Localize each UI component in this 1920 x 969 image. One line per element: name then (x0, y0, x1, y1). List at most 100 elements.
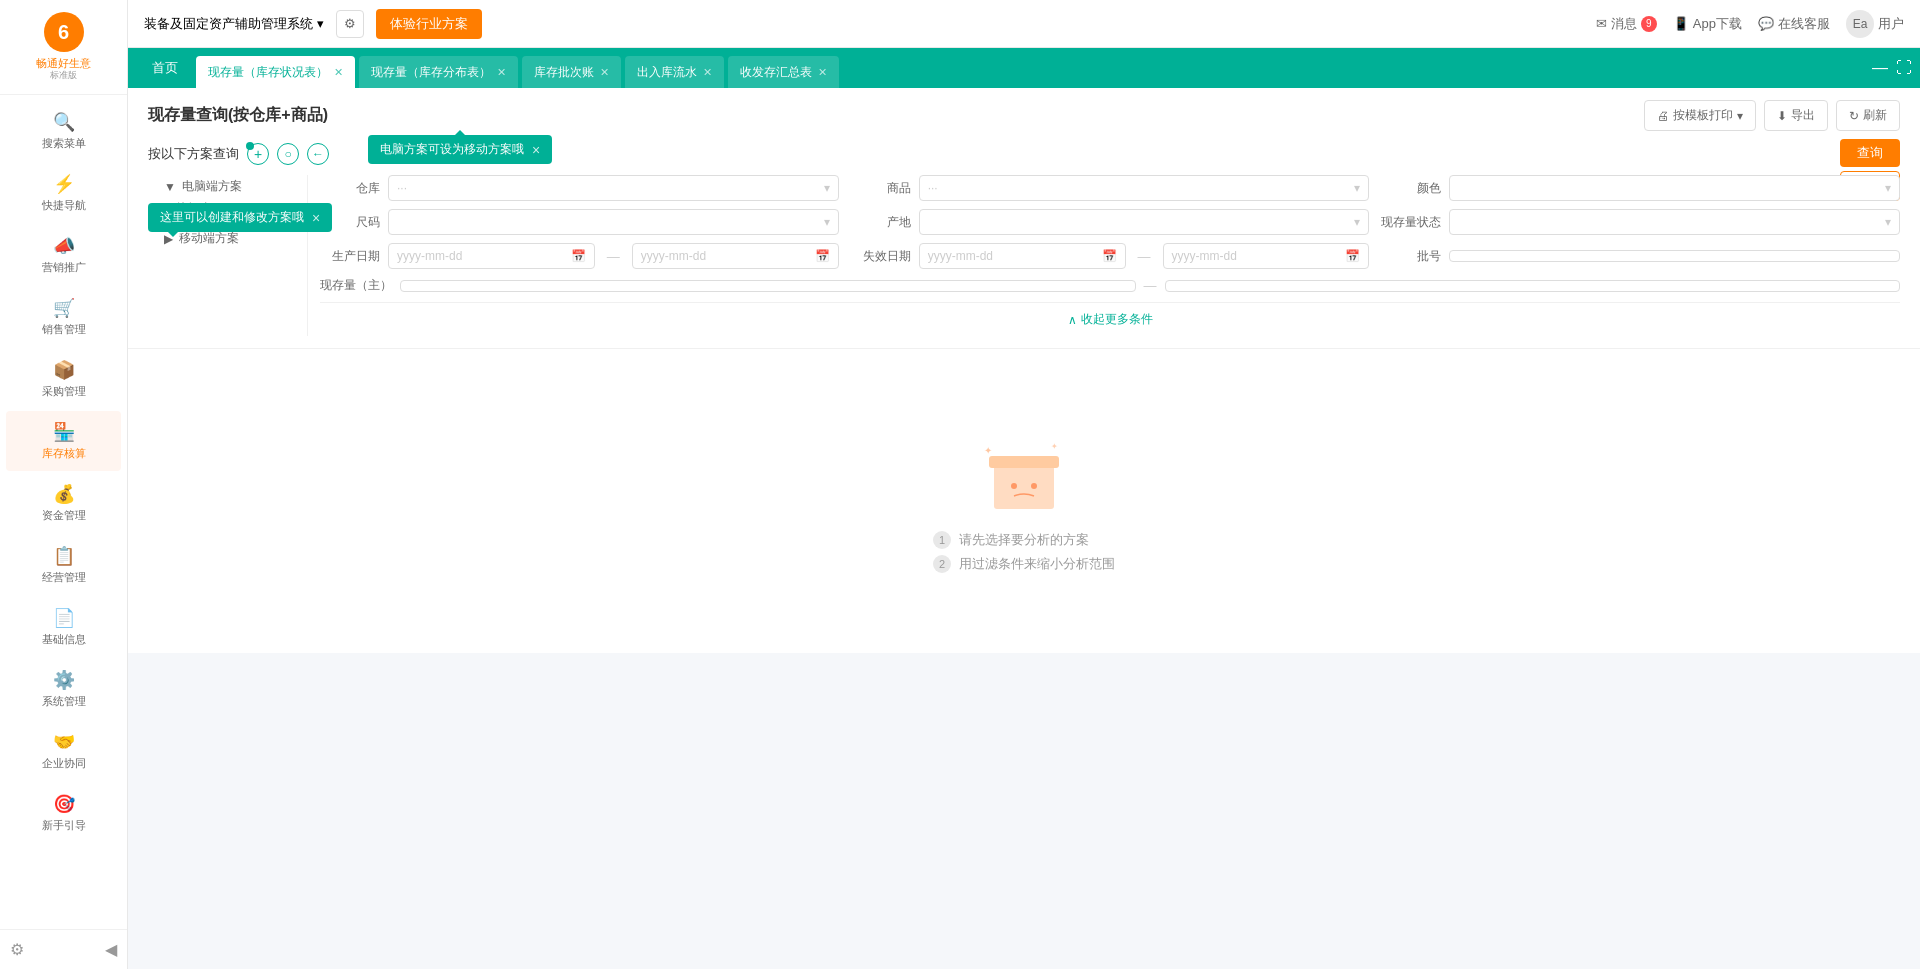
tab-fullscreen-icon[interactable]: ⛶ (1896, 59, 1912, 77)
sidebar-item-finance[interactable]: 💰 资金管理 (6, 473, 121, 533)
tab-home[interactable]: 首页 (136, 48, 194, 88)
sidebar-item-operations[interactable]: 📋 经营管理 (6, 535, 121, 595)
production-date-end[interactable]: yyyy-mm-dd 📅 (632, 243, 839, 269)
hint-num-2: 2 (933, 555, 951, 573)
hint-num-1: 1 (933, 531, 951, 549)
filter-section: 按以下方案查询 + ○ ← 电脑方案可设为移动方案哦 (128, 131, 1920, 349)
sidebar-item-inventory[interactable]: 🏪 库存核算 (6, 411, 121, 471)
collapse-up-icon: ∧ (1068, 313, 1077, 327)
tooltip1-close[interactable]: × (532, 142, 540, 158)
tab-close-inventory-dist[interactable]: ✕ (497, 66, 506, 79)
pc-plan-item[interactable]: ▼ 电脑端方案 (148, 175, 299, 198)
tab-inout-flow[interactable]: 出入库流水 ✕ (625, 56, 724, 88)
svg-text:✦: ✦ (984, 445, 992, 456)
color-select[interactable]: ▾ (1449, 175, 1900, 201)
stock-qty-label: 现存量（主） (320, 277, 392, 294)
top-bar: 装备及固定资产辅助管理系统 ▾ ⚙ 体验行业方案 ✉ 消息 9 📱 App下载 … (128, 0, 1920, 48)
online-service-button[interactable]: 💬 在线客服 (1758, 15, 1830, 33)
production-date-start[interactable]: yyyy-mm-dd 📅 (388, 243, 595, 269)
calendar-icon-prod-start[interactable]: 📅 (571, 249, 586, 263)
sidebar-bottom: ⚙ ◀ (0, 929, 127, 969)
filter-arrow-button[interactable]: ← (307, 143, 329, 165)
export-button[interactable]: ⬇ 导出 (1764, 100, 1828, 131)
filter-row-3: 生产日期 yyyy-mm-dd 📅 — yyyy-mm-dd 📅 (320, 243, 1900, 269)
print-dropdown-icon: ▾ (1737, 109, 1743, 123)
tab-close-recv-send[interactable]: ✕ (818, 66, 827, 79)
tab-close-inventory-batch[interactable]: ✕ (600, 66, 609, 79)
refresh-button[interactable]: ↻ 刷新 (1836, 100, 1900, 131)
size-select[interactable]: ▾ (388, 209, 839, 235)
user-menu[interactable]: Ea 用户 (1846, 10, 1904, 38)
sidebar-item-quick-nav[interactable]: ⚡ 快捷导航 (6, 163, 121, 223)
stock-qty-end[interactable] (1165, 280, 1901, 292)
settings-button[interactable]: ⚙ (336, 10, 364, 38)
tab-inventory-dist[interactable]: 现存量（库存分布表） ✕ (359, 56, 518, 88)
batch-input[interactable] (1449, 250, 1900, 262)
tab-close-inventory-status[interactable]: ✕ (334, 66, 343, 79)
sidebar-item-basic-info[interactable]: 📄 基础信息 (6, 597, 121, 657)
main-content: 装备及固定资产辅助管理系统 ▾ ⚙ 体验行业方案 ✉ 消息 9 📱 App下载 … (128, 0, 1920, 969)
filter-main-layout: 这里可以创建和修改方案哦 × ▼ 电脑端方案 接闻由 ▶ (148, 175, 1900, 336)
sidebar-item-enterprise[interactable]: 🤝 企业协同 (6, 721, 121, 781)
top-bar-right: ✉ 消息 9 📱 App下载 💬 在线客服 Ea 用户 (1596, 10, 1904, 38)
message-badge: 9 (1641, 16, 1657, 32)
tab-inventory-status[interactable]: 现存量（库存状况表） ✕ (196, 56, 355, 88)
collapse-filter-button[interactable]: ∧ 收起更多条件 (320, 302, 1900, 336)
color-dropdown-icon: ▾ (1885, 181, 1891, 195)
tab-close-inout-flow[interactable]: ✕ (703, 66, 712, 79)
search-button[interactable]: 查询 (1840, 139, 1900, 167)
print-template-button[interactable]: 🖨 按模板打印 ▾ (1644, 100, 1756, 131)
calendar-icon-exp-start[interactable]: 📅 (1102, 249, 1117, 263)
tab-minimize-icon[interactable]: — (1872, 59, 1888, 77)
app-download-button[interactable]: 📱 App下载 (1673, 15, 1742, 33)
operations-icon: 📋 (53, 545, 75, 567)
origin-select[interactable]: ▾ (919, 209, 1370, 235)
tab-inventory-batch[interactable]: 库存批次账 ✕ (522, 56, 621, 88)
trial-button[interactable]: 体验行业方案 (376, 9, 482, 39)
filter-field-stock-status: 现存量状态 ▾ (1381, 209, 1900, 235)
svg-point-2 (1011, 483, 1017, 489)
dropdown-arrow-icon: ▾ (317, 16, 324, 31)
sidebar-item-purchase[interactable]: 📦 采购管理 (6, 349, 121, 409)
system-name-dropdown[interactable]: 装备及固定资产辅助管理系统 ▾ (144, 15, 324, 33)
settings-bottom-icon[interactable]: ⚙ (10, 940, 24, 959)
message-button[interactable]: ✉ 消息 9 (1596, 15, 1657, 33)
logo-text: 畅通好生意 标准版 (36, 56, 91, 82)
logo-badge: 标准版 (36, 70, 91, 82)
warehouse-select[interactable]: ··· ▾ (388, 175, 839, 201)
origin-dropdown-icon: ▾ (1354, 215, 1360, 229)
sidebar-item-system[interactable]: ⚙️ 系统管理 (6, 659, 121, 719)
svg-rect-0 (994, 464, 1054, 509)
sidebar-item-marketing[interactable]: 📣 营销推广 (6, 225, 121, 285)
calendar-icon-exp-end[interactable]: 📅 (1345, 249, 1360, 263)
expire-date-label: 失效日期 (851, 248, 911, 265)
filter-add-button[interactable]: + (247, 143, 269, 165)
page-inner: 现存量查询(按仓库+商品) 🖨 按模板打印 ▾ ⬇ 导出 ↻ 刷新 (128, 88, 1920, 653)
filter-row-2: 尺码 ▾ 产地 ▾ (320, 209, 1900, 235)
sidebar-item-search-menu[interactable]: 🔍 搜索菜单 (6, 101, 121, 161)
page-header: 现存量查询(按仓库+商品) 🖨 按模板打印 ▾ ⬇ 导出 ↻ 刷新 (128, 88, 1920, 131)
tooltip2-close[interactable]: × (312, 210, 320, 226)
sidebar-item-guide[interactable]: 🎯 新手引导 (6, 783, 121, 843)
stock-status-select[interactable]: ▾ (1449, 209, 1900, 235)
filter-field-size: 尺码 ▾ (320, 209, 839, 235)
filter-circle-button[interactable]: ○ (277, 143, 299, 165)
expire-date-end[interactable]: yyyy-mm-dd 📅 (1163, 243, 1370, 269)
calendar-icon-prod-end[interactable]: 📅 (815, 249, 830, 263)
enterprise-icon: 🤝 (53, 731, 75, 753)
purchase-icon: 📦 (53, 359, 75, 381)
empty-hint-1: 1 请先选择要分析的方案 (933, 531, 1089, 549)
goods-select[interactable]: ··· ▾ (919, 175, 1370, 201)
expire-date-start[interactable]: yyyy-mm-dd 📅 (919, 243, 1126, 269)
stock-qty-start[interactable] (400, 280, 1136, 292)
print-icon: 🖨 (1657, 109, 1669, 123)
quick-nav-icon: ⚡ (53, 173, 75, 195)
tab-recv-send[interactable]: 收发存汇总表 ✕ (728, 56, 839, 88)
sidebar-item-sales[interactable]: 🛒 销售管理 (6, 287, 121, 347)
sidebar: 6 畅通好生意 标准版 🔍 搜索菜单 ⚡ 快捷导航 📣 营销推广 🛒 销售管理 … (0, 0, 128, 969)
export-icon: ⬇ (1777, 109, 1787, 123)
user-avatar: Ea (1846, 10, 1874, 38)
collapse-sidebar-icon[interactable]: ◀ (105, 940, 117, 959)
top-bar-left: 装备及固定资产辅助管理系统 ▾ ⚙ 体验行业方案 (144, 9, 482, 39)
filter-field-production-date: 生产日期 yyyy-mm-dd 📅 — yyyy-mm-dd 📅 (320, 243, 839, 269)
